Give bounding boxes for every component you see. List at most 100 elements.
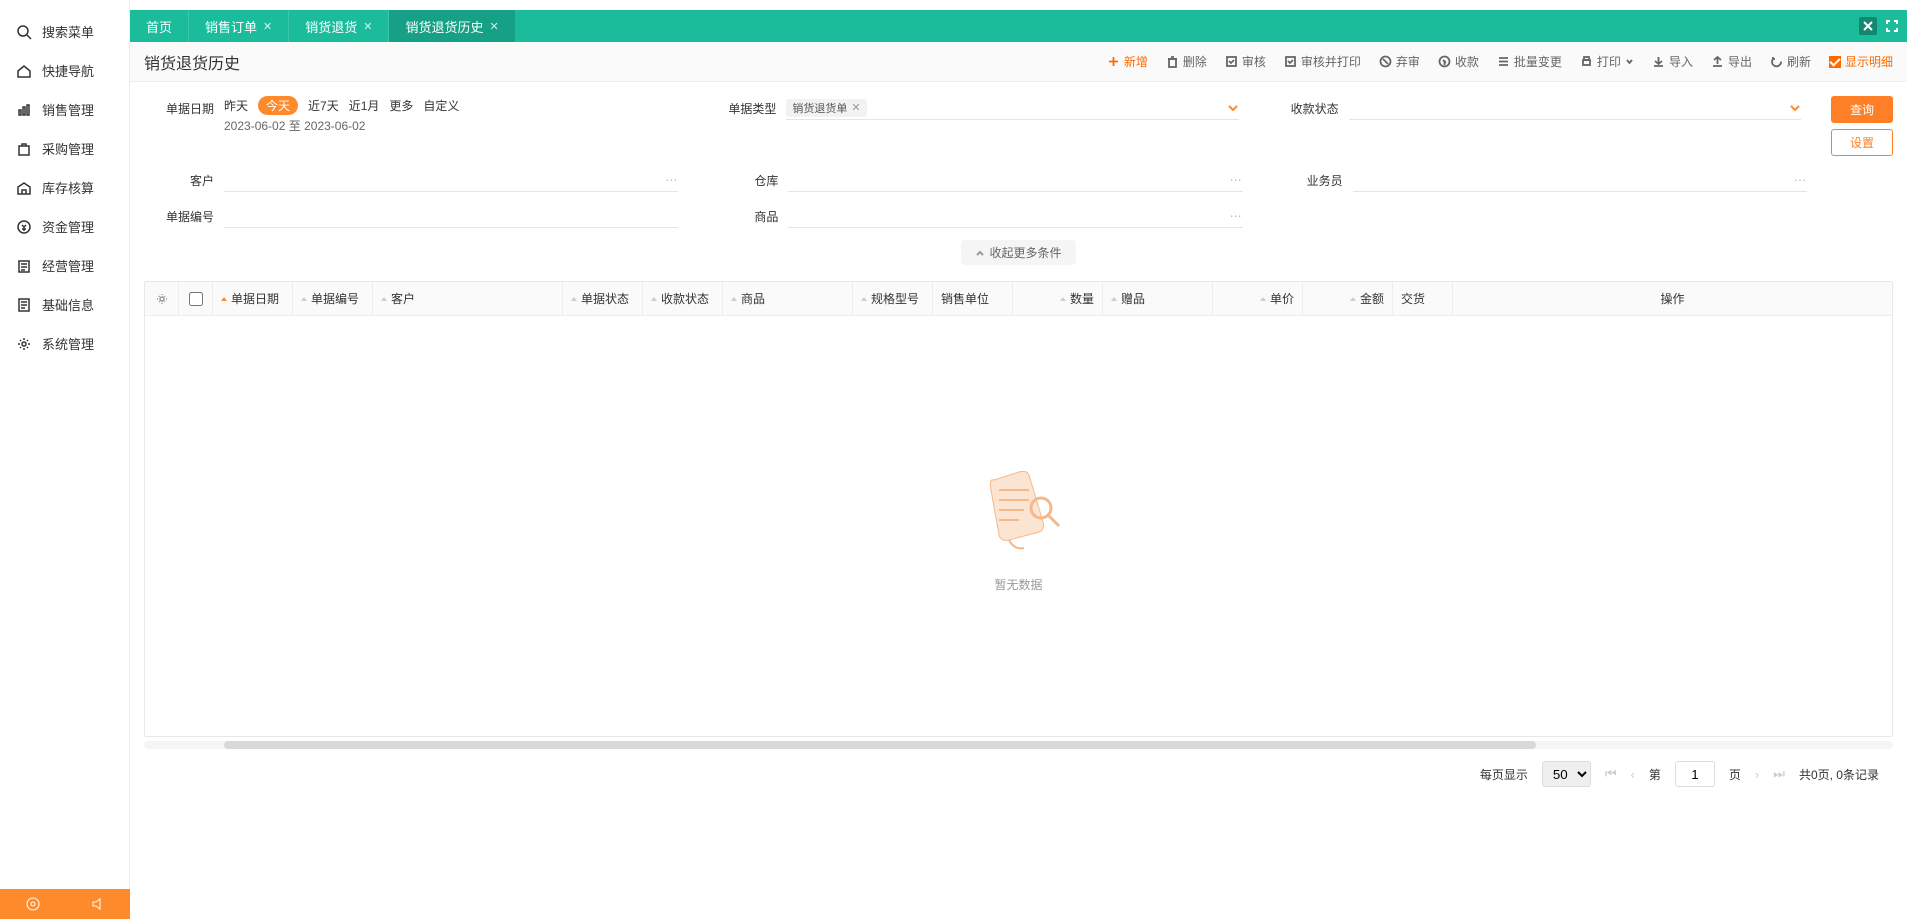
date-opt-1month[interactable]: 近1月 [349,97,380,114]
chevron-down-icon [1789,102,1801,114]
chevron-up-icon [975,248,985,258]
prev-page-button[interactable]: ‹ [1631,767,1635,782]
ellipsis-icon[interactable]: ⋯ [665,173,678,187]
sound-icon[interactable] [90,896,106,912]
audit-button[interactable]: 审核 [1225,53,1266,70]
toolbar-actions: 新增 删除 审核 审核并打印 弃审 收款 批量变更 打印 导入 导出 刷新 显示… [1107,53,1893,70]
fullscreen-icon[interactable] [1885,19,1899,33]
batch-button[interactable]: 批量变更 [1497,53,1562,70]
col-customer[interactable]: 客户 [373,282,563,315]
date-opt-yesterday[interactable]: 昨天 [224,97,248,114]
bill-no-input[interactable] [224,204,678,228]
close-icon[interactable]: ✕ [263,20,272,33]
money-icon [16,219,32,235]
print-button[interactable]: 打印 [1580,53,1634,70]
receive-button[interactable]: 收款 [1438,53,1479,70]
tab-sales-order[interactable]: 销售订单 ✕ [189,10,289,42]
last-page-button[interactable]: ⏭ [1773,766,1785,782]
filter-label: 客户 [144,168,214,189]
delete-button[interactable]: 删除 [1166,53,1207,70]
horizontal-scrollbar[interactable] [144,741,1893,749]
date-range-display: 2023-06-02 至 2023-06-02 [224,117,676,134]
page-title: 销货退货历史 [144,50,240,74]
audit-print-button[interactable]: 审核并打印 [1284,53,1361,70]
sidebar-item-purchase[interactable]: 采购管理 [0,129,129,168]
filter-label: 仓库 [708,168,778,189]
sidebar-item-inventory[interactable]: 库存核算 [0,168,129,207]
scrollbar-thumb[interactable] [224,741,1536,749]
close-icon[interactable]: ✕ [490,20,499,33]
bill-type-select[interactable]: 销货退货单✕ [786,96,1238,120]
refresh-button[interactable]: 刷新 [1770,53,1811,70]
warehouse-input[interactable]: ⋯ [788,168,1242,192]
chevron-down-icon [1625,57,1634,66]
filter-label: 业务员 [1273,168,1343,189]
col-checkbox[interactable] [179,282,213,315]
close-icon[interactable]: ✕ [363,20,372,33]
ellipsis-icon[interactable]: ⋯ [1230,209,1243,223]
page-label-pre: 第 [1649,766,1661,783]
date-opt-more[interactable]: 更多 [389,97,413,114]
tag-remove-icon[interactable]: ✕ [851,101,860,114]
ellipsis-icon[interactable]: ⋯ [1794,173,1807,187]
settings-button[interactable]: 设置 [1831,129,1893,156]
abandon-button[interactable]: 弃审 [1379,53,1420,70]
per-page-label: 每页显示 [1480,766,1528,783]
date-opt-custom[interactable]: 自定义 [423,97,459,114]
next-page-button[interactable]: › [1755,767,1759,782]
col-settings[interactable] [145,282,179,315]
query-button[interactable]: 查询 [1831,96,1893,123]
col-bill-status[interactable]: 单据状态 [563,282,643,315]
export-button[interactable]: 导出 [1711,53,1752,70]
sidebar-item-system[interactable]: 系统管理 [0,324,129,363]
data-table: 单据日期 单据编号 客户 单据状态 收款状态 商品 规格型号 销售单位 数量 赠… [144,281,1893,737]
tab-home[interactable]: 首页 [130,10,189,42]
collapse-filters-bar: 收起更多条件 [144,240,1893,265]
page-label-post: 页 [1729,766,1741,783]
col-bill-no[interactable]: 单据编号 [293,282,373,315]
first-page-button[interactable]: ⏮ [1605,766,1617,782]
col-receive-status[interactable]: 收款状态 [643,282,723,315]
sidebar-item-nav[interactable]: 快捷导航 [0,51,129,90]
filter-warehouse: 仓库 ⋯ [708,168,1272,192]
date-opt-today[interactable]: 今天 [258,96,298,115]
show-detail-toggle[interactable]: 显示明细 [1829,53,1893,70]
customer-input[interactable]: ⋯ [224,168,678,192]
close-all-button[interactable] [1859,17,1877,35]
checkbox-checked-icon [1829,56,1841,68]
import-button[interactable]: 导入 [1652,53,1693,70]
col-spec[interactable]: 规格型号 [853,282,933,315]
col-amount[interactable]: 金额 [1303,282,1393,315]
tab-sales-return-history[interactable]: 销货退货历史 ✕ [389,10,515,42]
per-page-select[interactable]: 50 [1542,761,1591,787]
collapse-filters-button[interactable]: 收起更多条件 [961,240,1075,265]
sidebar-item-search[interactable]: 搜索菜单 [0,12,129,51]
col-unit[interactable]: 销售单位 [933,282,1013,315]
receive-status-select[interactable] [1349,96,1801,120]
salesman-input[interactable]: ⋯ [1353,168,1807,192]
filter-label: 单据类型 [706,96,776,117]
col-price[interactable]: 单价 [1213,282,1303,315]
tab-label: 销售订单 [205,17,257,36]
ellipsis-icon[interactable]: ⋯ [1230,173,1243,187]
sidebar-item-basic[interactable]: 基础信息 [0,285,129,324]
date-opt-7days[interactable]: 近7天 [308,97,339,114]
goods-input[interactable]: ⋯ [788,204,1242,228]
sidebar-item-business[interactable]: 经营管理 [0,246,129,285]
col-bill-date[interactable]: 单据日期 [213,282,293,315]
col-qty[interactable]: 数量 [1013,282,1103,315]
col-goods[interactable]: 商品 [723,282,853,315]
add-button[interactable]: 新增 [1107,53,1148,70]
tab-label: 销货退货历史 [405,17,483,36]
col-gift[interactable]: 赠品 [1103,282,1213,315]
page-input[interactable] [1675,761,1715,787]
file-icon [16,297,32,313]
tab-sales-return[interactable]: 销货退货✕ [289,10,389,42]
sidebar-item-sales[interactable]: 销售管理 [0,90,129,129]
sidebar-item-label: 基础信息 [42,295,94,314]
col-deliver[interactable]: 交货 [1393,282,1453,315]
bill-type-tag: 销货退货单✕ [786,99,866,117]
settings-icon[interactable] [25,896,41,912]
select-all-checkbox[interactable] [189,292,203,306]
sidebar-item-finance[interactable]: 资金管理 [0,207,129,246]
